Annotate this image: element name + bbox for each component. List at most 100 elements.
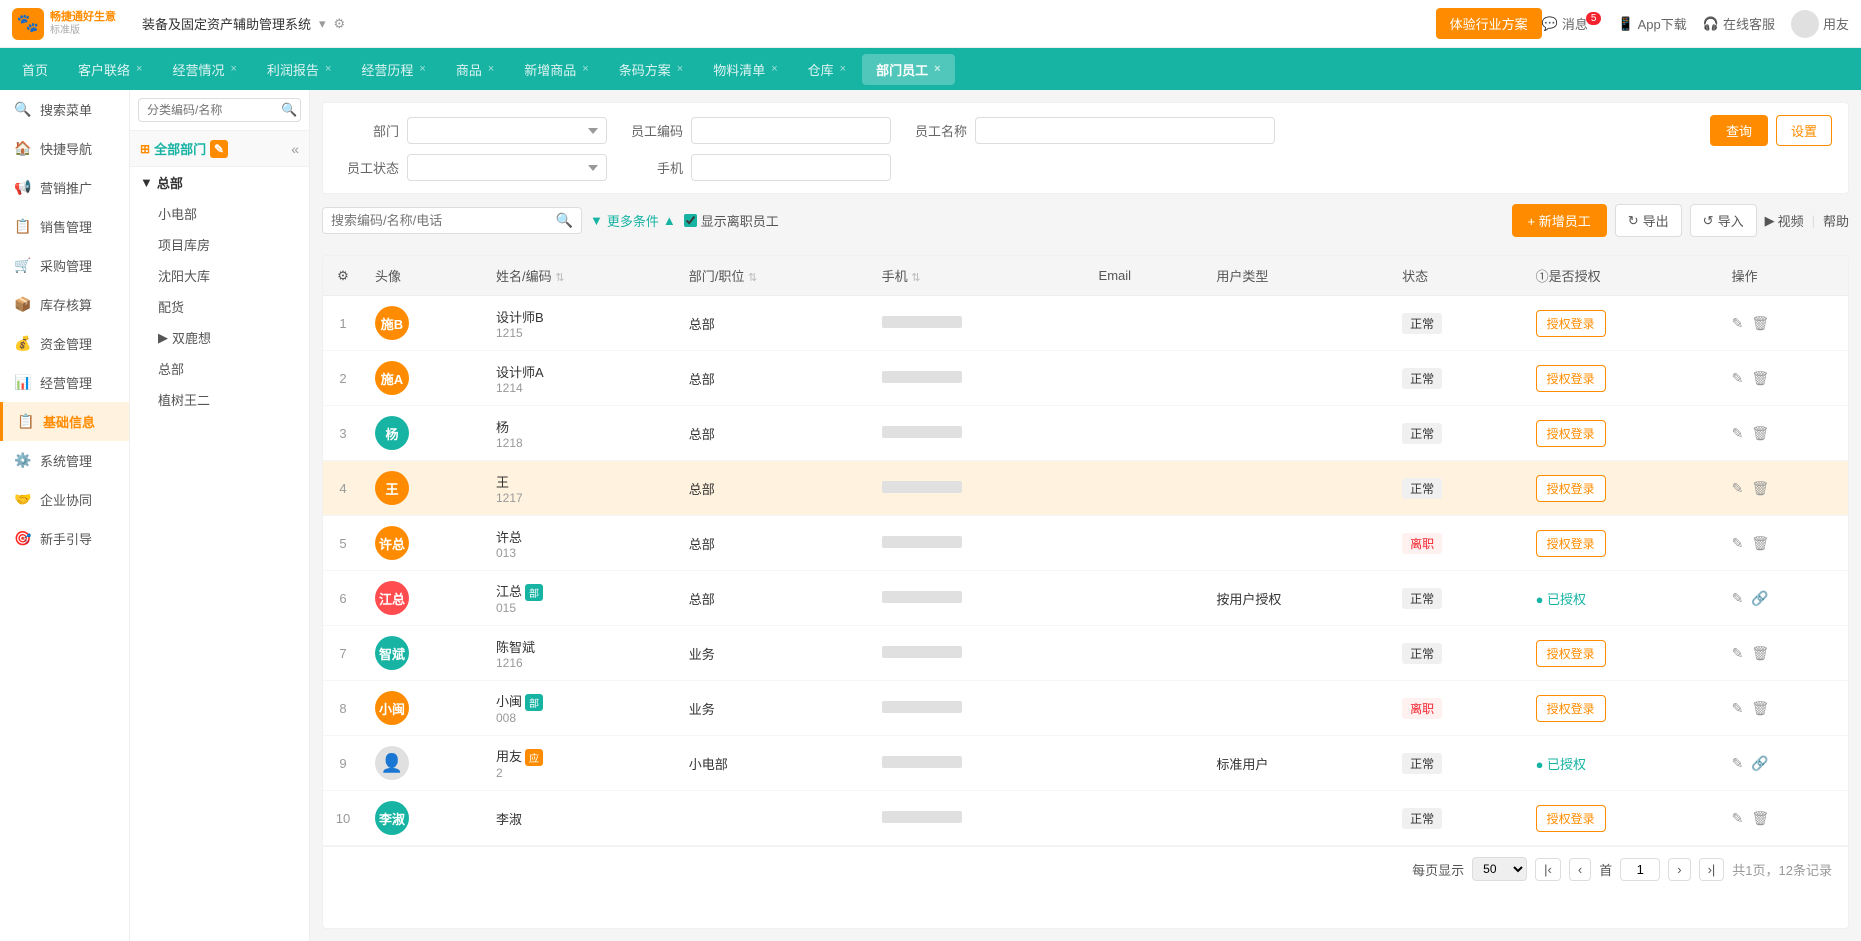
trial-button[interactable]: 体验行业方案	[1436, 8, 1542, 39]
tab-close-goods[interactable]: ×	[488, 63, 494, 75]
user-btn[interactable]: 用友	[1791, 10, 1849, 38]
tab-profit[interactable]: 利润报告×	[253, 54, 345, 85]
edit-btn-6[interactable]: ✎	[1732, 590, 1744, 607]
tree-node-shenyang[interactable]: 沈阳大库	[130, 260, 309, 291]
col-name[interactable]: 姓名/编码 ⇅	[484, 256, 677, 296]
tab-bom[interactable]: 物料清单×	[699, 54, 791, 85]
tree-edit-icon[interactable]: ✎	[210, 140, 228, 158]
delete-btn-9[interactable]: 🔗	[1751, 755, 1768, 772]
sidebar-item-basic[interactable]: 📋 基础信息	[0, 402, 129, 441]
online-service-btn[interactable]: 🎧 在线客服	[1703, 14, 1775, 33]
auth-btn-7[interactable]: 授权登录	[1536, 640, 1606, 667]
tab-history[interactable]: 经营历程×	[347, 54, 439, 85]
edit-btn-9[interactable]: ✎	[1732, 755, 1744, 772]
emp-code-input[interactable]	[691, 117, 891, 144]
tree-node-zhishu[interactable]: 植树王二	[130, 384, 309, 415]
dept-select[interactable]	[407, 117, 607, 144]
edit-btn-8[interactable]: ✎	[1732, 700, 1744, 717]
sidebar-item-operation[interactable]: 📊 经营管理	[0, 363, 129, 402]
sidebar-item-shortcut[interactable]: 🏠 快捷导航	[0, 129, 129, 168]
phone-input[interactable]	[691, 154, 891, 181]
tab-home[interactable]: 首页	[8, 54, 62, 85]
import-button[interactable]: ↺ 导入	[1690, 204, 1757, 237]
tree-node-distribution[interactable]: 配货	[130, 291, 309, 322]
tab-close-add-goods[interactable]: ×	[582, 63, 588, 75]
setting-button[interactable]: 设置	[1776, 115, 1832, 146]
auth-btn-10[interactable]: 授权登录	[1536, 805, 1606, 832]
edit-btn-1[interactable]: ✎	[1732, 315, 1744, 332]
title-dropdown-icon[interactable]: ▾	[319, 16, 326, 32]
sidebar-item-collab[interactable]: 🤝 企业协同	[0, 480, 129, 519]
edit-btn-2[interactable]: ✎	[1732, 370, 1744, 387]
auth-btn-1[interactable]: 授权登录	[1536, 310, 1606, 337]
auth-btn-3[interactable]: 授权登录	[1536, 420, 1606, 447]
tab-dept-employee[interactable]: 部门员工×	[862, 54, 954, 85]
sidebar-item-sales[interactable]: 📋 销售管理	[0, 207, 129, 246]
tab-close-barcode[interactable]: ×	[677, 63, 683, 75]
tree-node-project[interactable]: 项目库房	[130, 229, 309, 260]
auth-btn-5[interactable]: 授权登录	[1536, 530, 1606, 557]
tab-close-dept[interactable]: ×	[934, 63, 940, 75]
delete-btn-8[interactable]: 🗑	[1751, 700, 1769, 717]
tab-close-warehouse[interactable]: ×	[840, 63, 846, 75]
col-phone[interactable]: 手机 ⇅	[870, 256, 1087, 296]
emp-name-input[interactable]	[975, 117, 1275, 144]
tab-close-customer[interactable]: ×	[136, 63, 142, 75]
tab-customer[interactable]: 客户联络×	[64, 54, 156, 85]
prev-page-btn[interactable]: ‹	[1569, 858, 1591, 881]
col-settings[interactable]: ⚙	[323, 256, 363, 296]
show-resigned-checkbox[interactable]	[684, 214, 697, 227]
delete-btn-10[interactable]: 🗑	[1751, 810, 1769, 827]
tab-barcode[interactable]: 条码方案×	[605, 54, 697, 85]
sidebar-item-inventory[interactable]: 📦 库存核算	[0, 285, 129, 324]
edit-btn-3[interactable]: ✎	[1732, 425, 1744, 442]
edit-btn-7[interactable]: ✎	[1732, 645, 1744, 662]
edit-btn-4[interactable]: ✎	[1732, 480, 1744, 497]
help-button[interactable]: 帮助	[1823, 211, 1849, 230]
sidebar-item-guide[interactable]: 🎯 新手引导	[0, 519, 129, 558]
sidebar-item-marketing[interactable]: 📢 营销推广	[0, 168, 129, 207]
query-button[interactable]: 查询	[1710, 115, 1768, 146]
delete-btn-3[interactable]: 🗑	[1751, 425, 1769, 442]
delete-btn-5[interactable]: 🗑	[1751, 535, 1769, 552]
delete-btn-1[interactable]: 🗑	[1751, 315, 1769, 332]
tree-collapse-btn[interactable]: «	[291, 141, 299, 157]
tab-close-operations[interactable]: ×	[230, 63, 236, 75]
sidebar-item-purchase[interactable]: 🛒 采购管理	[0, 246, 129, 285]
edit-btn-5[interactable]: ✎	[1732, 535, 1744, 552]
per-page-select[interactable]: 50 100 200	[1472, 857, 1527, 881]
tab-add-goods[interactable]: 新增商品×	[510, 54, 602, 85]
tree-node-shuanglu[interactable]: ▶ 双鹿想	[130, 322, 309, 353]
tree-search-icon[interactable]: 🔍	[281, 102, 297, 118]
tab-operations[interactable]: 经营情况×	[158, 54, 250, 85]
edit-btn-10[interactable]: ✎	[1732, 810, 1744, 827]
search-icon-btn[interactable]: 🔍	[556, 212, 573, 229]
tab-goods[interactable]: 商品×	[442, 54, 508, 85]
search-input[interactable]	[331, 213, 556, 228]
auth-btn-2[interactable]: 授权登录	[1536, 365, 1606, 392]
tree-node-xiaodibu[interactable]: 小电部	[130, 198, 309, 229]
tree-node-zongbu[interactable]: 总部	[130, 353, 309, 384]
delete-btn-6[interactable]: 🔗	[1751, 590, 1768, 607]
export-button[interactable]: ↻ 导出	[1615, 204, 1682, 237]
message-btn[interactable]: 💬 消息 5	[1542, 14, 1602, 33]
delete-btn-7[interactable]: 🗑	[1751, 645, 1769, 662]
more-filters-btn[interactable]: ▼ 更多条件 ▲	[590, 211, 676, 230]
delete-btn-4[interactable]: 🗑	[1751, 480, 1769, 497]
tree-node-headquarters[interactable]: ▼ 总部	[130, 167, 309, 198]
page-number-input[interactable]	[1620, 858, 1660, 881]
view-button[interactable]: ▶ 视频	[1765, 211, 1804, 230]
last-page-btn[interactable]: ›|	[1699, 858, 1725, 881]
settings-gear-icon[interactable]: ⚙	[334, 16, 346, 32]
tab-warehouse[interactable]: 仓库×	[794, 54, 860, 85]
emp-status-select[interactable]	[407, 154, 607, 181]
show-resigned-toggle[interactable]: 显示离职员工	[684, 211, 779, 230]
tab-close-history[interactable]: ×	[419, 63, 425, 75]
app-download-btn[interactable]: 📱 App下载	[1617, 14, 1686, 33]
sidebar-item-finance[interactable]: 💰 资金管理	[0, 324, 129, 363]
add-employee-button[interactable]: + 新增员工	[1512, 204, 1607, 237]
next-page-btn[interactable]: ›	[1668, 858, 1690, 881]
auth-btn-4[interactable]: 授权登录	[1536, 475, 1606, 502]
col-dept[interactable]: 部门/职位 ⇅	[677, 256, 870, 296]
sidebar-item-search[interactable]: 🔍 搜索菜单	[0, 90, 129, 129]
